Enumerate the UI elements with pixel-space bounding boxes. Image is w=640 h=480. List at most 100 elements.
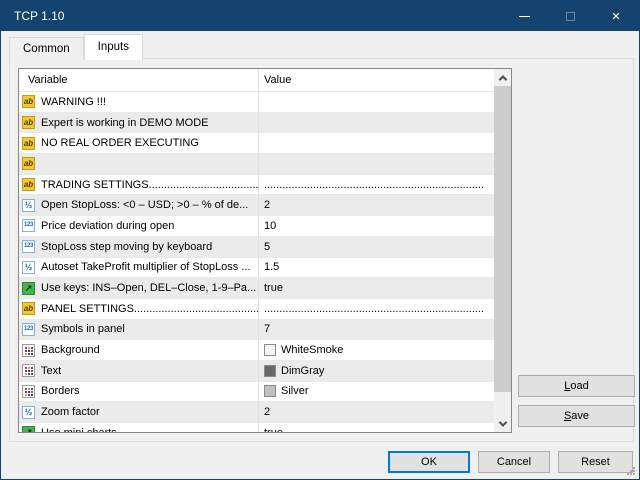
parameter-value[interactable]: 1.5 [259,258,494,278]
close-button[interactable]: × [593,1,639,31]
boolean-parameter-icon: ↗ [22,426,35,432]
parameter-value[interactable]: Silver [259,382,494,402]
load-button-label: oad [570,380,589,392]
color-swatch [264,385,276,398]
parameter-name: Use keys: INS–Open, DEL–Close, 1-9–Pa... [41,282,257,295]
chevron-down-icon [498,417,507,427]
close-icon: × [611,7,621,25]
integer-parameter-icon: 123 [22,219,35,233]
save-button-label: ave [571,410,590,422]
parameter-value-text: WhiteSmoke [281,344,344,357]
parameter-value[interactable] [259,92,494,112]
table-row[interactable]: ½ Autoset TakeProfit multiplier of StopLo… [19,257,494,279]
text-parameter-icon: ab [22,136,35,150]
parameter-value[interactable]: ........................................… [259,175,494,195]
resize-grip[interactable] [627,467,636,476]
parameters-table-content: Variable Value ab WARNING !!! ab Expert is … [19,69,494,432]
tab-inputs[interactable]: Inputs [83,34,143,60]
table-row[interactable]: Borders Silver [19,381,494,403]
load-button[interactable]: Load [518,375,635,397]
reset-button[interactable]: Reset [558,451,633,473]
parameters-rows: ab WARNING !!! ab Expert is working in DEMO… [19,92,494,432]
parameter-value-text: 10 [264,219,277,232]
color-swatch [264,344,276,357]
parameter-name: WARNING !!! [41,95,106,108]
parameter-name: Autoset TakeProfit multiplier of StopLos… [41,261,251,274]
table-row[interactable]: ab TRADING SETTINGS......................… [19,174,494,196]
table-row[interactable]: Background WhiteSmoke [19,340,494,361]
parameter-name: Price deviation during open [41,219,175,232]
vertical-scrollbar[interactable] [494,69,511,432]
text-parameter-icon: ab [22,157,35,171]
parameter-name: NO REAL ORDER EXECUTING [41,137,199,150]
dialog-window: TCP 1.10 × Common Inputs Variable Value … [0,0,640,480]
parameter-value-text: 2 [264,406,271,419]
parameter-name: StopLoss step moving by keyboard [41,240,213,253]
table-row[interactable]: ab Expert is working in DEMO MODE [19,112,494,134]
color-parameter-icon [22,364,35,378]
parameter-value-text: true [264,427,283,432]
ok-button[interactable]: OK [388,451,470,473]
table-header-row: Variable Value [19,69,494,92]
minimize-button[interactable] [501,1,547,31]
parameter-value[interactable]: 10 [259,216,494,236]
table-row[interactable]: ½ Open StopLoss: <0 – USD; >0 – % of de..… [19,195,494,217]
parameter-value[interactable] [259,133,494,153]
table-row[interactable]: ab [19,154,494,175]
double-parameter-icon: ½ [22,405,35,419]
parameter-value[interactable]: 2 [259,195,494,215]
parameter-value-text: true [264,282,283,295]
double-parameter-icon: ½ [22,260,35,274]
scrollbar-thumb[interactable] [494,86,511,392]
table-row[interactable]: 123 Symbols in panel 7 [19,319,494,341]
parameter-name: Open StopLoss: <0 – USD; >0 – % of de... [41,199,249,212]
parameter-name: Borders [41,385,80,398]
caption-buttons: × [501,1,639,31]
parameter-value[interactable] [259,154,494,174]
table-row[interactable]: ab WARNING !!! [19,92,494,113]
maximize-icon [565,11,575,21]
window-title: TCP 1.10 [14,9,65,23]
tab-common[interactable]: Common [9,37,84,59]
table-row[interactable]: ab PANEL SETTINGS........................… [19,298,494,320]
cancel-button[interactable]: Cancel [478,451,550,473]
parameter-name: Expert is working in DEMO MODE [41,116,209,129]
table-row[interactable]: ½ Zoom factor 2 [19,402,494,423]
tab-strip: Common Inputs [9,34,143,60]
text-parameter-icon: ab [22,302,35,316]
parameter-value[interactable]: 2 [259,402,494,422]
save-button[interactable]: Save [518,405,635,427]
parameter-value[interactable]: WhiteSmoke [259,340,494,360]
color-parameter-icon [22,384,35,398]
parameter-value[interactable]: DimGray [259,361,494,381]
parameter-name: TRADING SETTINGS........................… [41,178,258,191]
chevron-up-icon [498,74,507,84]
parameter-value[interactable]: 7 [259,320,494,340]
parameter-value-text: ........................................… [264,178,485,191]
tab-page-inputs: Variable Value ab WARNING !!! ab Expert is … [9,58,635,442]
maximize-button[interactable] [547,1,593,31]
parameter-value-text: 1.5 [264,261,280,274]
integer-parameter-icon: 123 [22,240,35,254]
parameter-value-text: 5 [264,240,271,253]
scroll-up-button[interactable] [494,69,511,86]
table-row[interactable]: ↗ Use mini charts true [19,423,494,432]
parameter-name: Zoom factor [41,406,100,419]
parameter-value[interactable]: 5 [259,237,494,257]
table-row[interactable]: 123 Price deviation during open 10 [19,216,494,237]
color-swatch [264,364,276,377]
parameter-value-text: Silver [281,385,309,398]
table-row[interactable]: ↗ Use keys: INS–Open, DEL–Close, 1-9–Pa..… [19,278,494,299]
table-row[interactable]: ab NO REAL ORDER EXECUTING [19,133,494,155]
parameter-name: Use mini charts [41,427,117,432]
table-row[interactable]: 123 StopLoss step moving by keyboard 5 [19,236,494,258]
parameter-value[interactable]: ........................................… [259,299,494,319]
parameter-value[interactable]: true [259,278,494,298]
parameter-value[interactable]: true [259,423,494,432]
color-parameter-icon [22,343,35,357]
parameter-name: PANEL SETTINGS..........................… [41,302,258,315]
double-parameter-icon: ½ [22,198,35,212]
parameter-value[interactable] [259,113,494,133]
table-row[interactable]: Text DimGray [19,360,494,382]
scroll-down-button[interactable] [494,415,511,432]
